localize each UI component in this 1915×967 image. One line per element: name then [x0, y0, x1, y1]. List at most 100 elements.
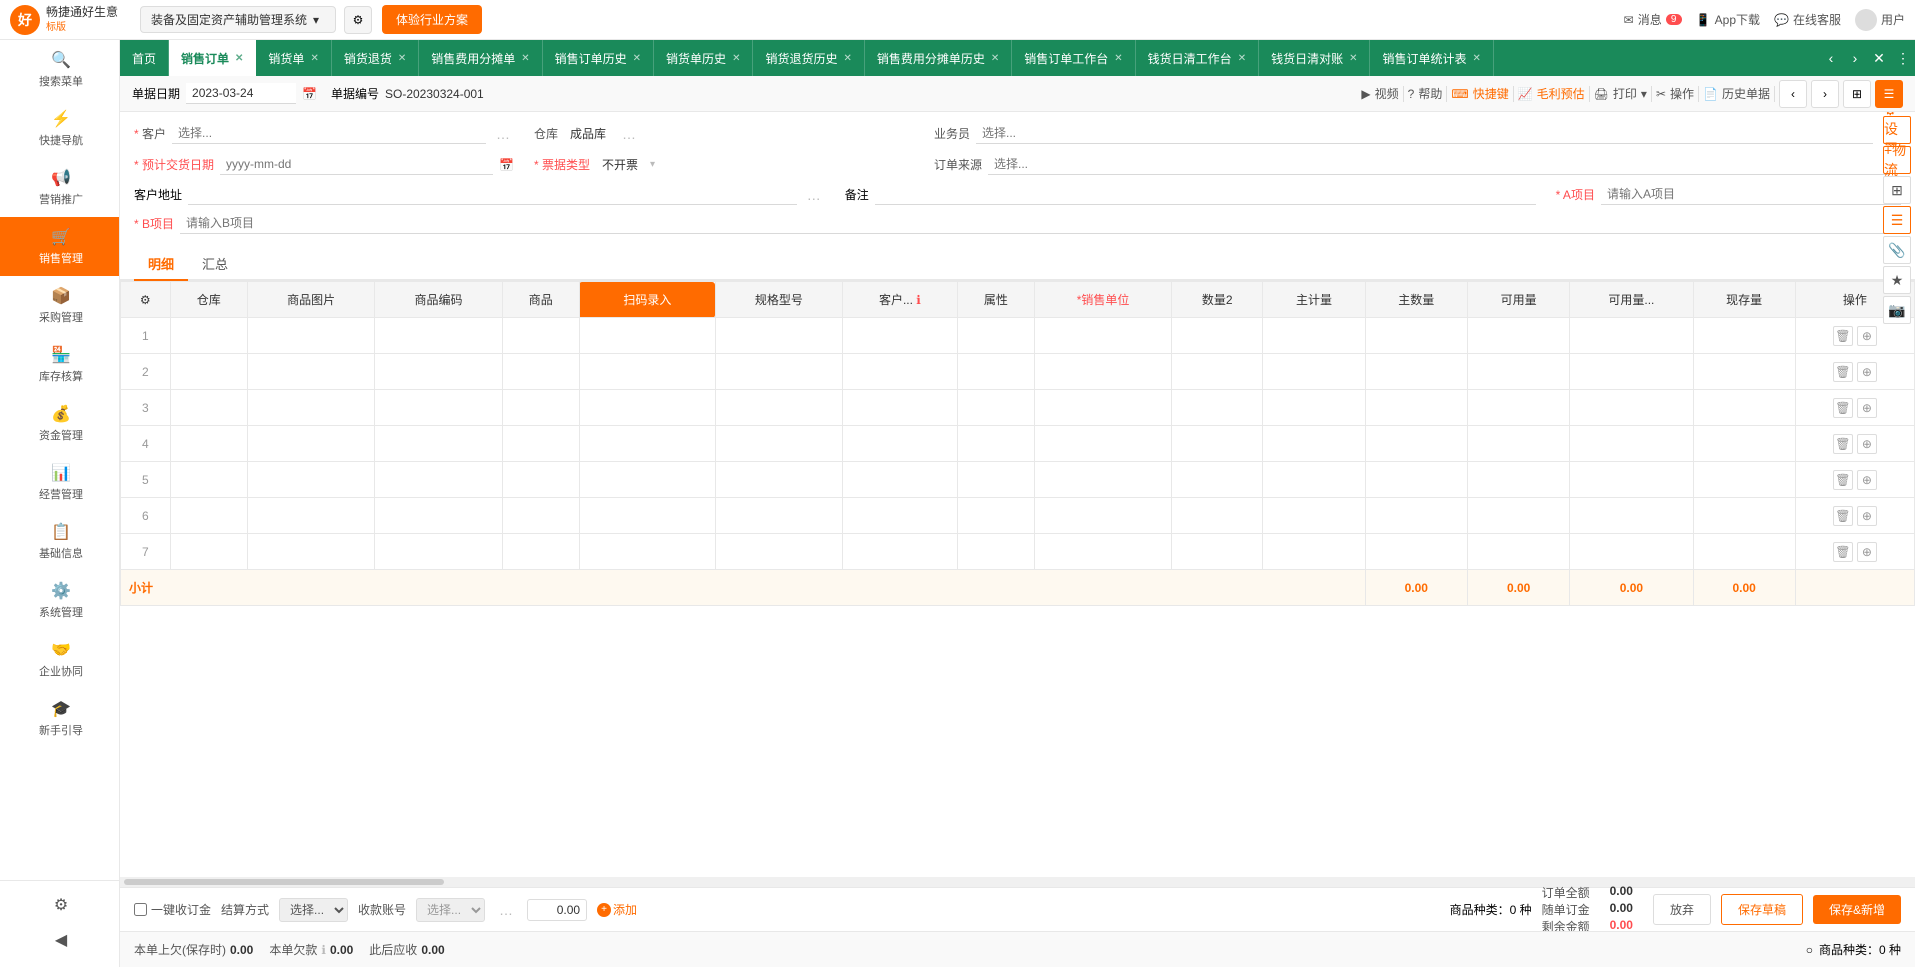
tab-order-workbench[interactable]: 销售订单工作台 ✕ [1012, 40, 1135, 76]
sidebar-item-quick-nav[interactable]: ⚡ 快捷导航 [0, 99, 119, 158]
view-btn[interactable]: ▶ 视频 [1361, 85, 1398, 102]
tab-close-fee-split[interactable]: ✕ [521, 53, 529, 64]
row-scan-1[interactable] [579, 318, 715, 354]
tab-close-all-btn[interactable]: ✕ [1867, 40, 1891, 76]
row-attr-1[interactable] [957, 318, 1034, 354]
tab-fee-history[interactable]: 销售费用分摊单历史 ✕ [865, 40, 1012, 76]
warehouse-dots[interactable]: … [618, 126, 640, 142]
tab-prev-btn[interactable]: ‹ [1819, 40, 1843, 76]
delete-row-4[interactable]: 🗑 [1833, 434, 1853, 454]
sidebar-settings-btn[interactable]: ⚙ [0, 889, 119, 924]
row-main-unit-1[interactable] [1263, 318, 1365, 354]
copy-row-2[interactable]: ⊕ [1857, 362, 1877, 382]
one-key-checkbox[interactable] [134, 903, 147, 916]
tab-next-btn[interactable]: › [1843, 40, 1867, 76]
shortcut-btn[interactable]: ⌨ 快捷键 [1451, 85, 1508, 102]
solution-button[interactable]: 体验行业方案 [382, 5, 482, 34]
tab-sales-order[interactable]: 销售订单 ✕ [169, 40, 256, 76]
sidebar-item-system[interactable]: ⚙️ 系统管理 [0, 571, 119, 630]
sidebar-item-purchase[interactable]: 📦 采购管理 [0, 276, 119, 335]
tab-daily-workbench[interactable]: 钱货日清工作台 ✕ [1136, 40, 1259, 76]
delete-row-5[interactable]: 🗑 [1833, 470, 1853, 490]
delete-row-2[interactable]: 🗑 [1833, 362, 1853, 382]
tab-close-sales-goods[interactable]: ✕ [310, 53, 318, 64]
col-scan[interactable]: 扫码录入 [579, 282, 715, 318]
copy-row-6[interactable]: ⊕ [1857, 506, 1877, 526]
tab-close-fee-history[interactable]: ✕ [991, 53, 999, 64]
float-star-btn[interactable]: ★ [1883, 266, 1911, 294]
delete-row-6[interactable]: 🗑 [1833, 506, 1853, 526]
tab-fee-split[interactable]: 销售费用分摊单 ✕ [419, 40, 542, 76]
tab-close-daily-workbench[interactable]: ✕ [1238, 53, 1246, 64]
add-btn[interactable]: + 添加 [597, 901, 637, 918]
float-scan-btn[interactable]: 📷 [1883, 296, 1911, 324]
copy-row-4[interactable]: ⊕ [1857, 434, 1877, 454]
tab-home[interactable]: 首页 [120, 40, 169, 76]
row-main-qty-1[interactable] [1365, 318, 1467, 354]
row-product-1[interactable] [502, 318, 579, 354]
next-record-btn[interactable]: › [1811, 80, 1839, 108]
b-project-input[interactable] [180, 213, 1901, 234]
delivery-cal-icon[interactable]: 📅 [499, 158, 514, 172]
order-source-input[interactable] [988, 154, 1890, 175]
tab-close-return-history[interactable]: ✕ [843, 53, 851, 64]
delivery-input[interactable] [220, 154, 493, 175]
row-warehouse-1[interactable] [170, 318, 247, 354]
date-input[interactable] [186, 83, 296, 104]
operation-btn[interactable]: ✂ 操作 [1656, 85, 1694, 102]
tab-daily-reconcile[interactable]: 钱货日清对账 ✕ [1259, 40, 1370, 76]
calendar-icon[interactable]: 📅 [302, 87, 317, 101]
sidebar-item-inventory[interactable]: 🏪 库存核算 [0, 335, 119, 394]
row-code-1[interactable] [375, 318, 502, 354]
tab-sales-goods[interactable]: 销货单 ✕ [256, 40, 331, 76]
horizontal-scrollbar[interactable] [124, 879, 444, 885]
float-attach-btn[interactable]: 📎 [1883, 236, 1911, 264]
one-key-collect[interactable]: 一键收订金 [134, 901, 211, 918]
gear-button[interactable]: ⚙ [344, 6, 372, 34]
tab-close-sales-order[interactable]: ✕ [235, 53, 243, 64]
sidebar-item-search[interactable]: 🔍 搜索菜单 [0, 40, 119, 99]
sidebar-item-finance[interactable]: 💰 资金管理 [0, 394, 119, 453]
row-avail-1[interactable] [1467, 318, 1569, 354]
user-area[interactable]: 用户 [1855, 9, 1905, 31]
delete-row-3[interactable]: 🗑 [1833, 398, 1853, 418]
profit-btn[interactable]: 📈 毛利预估 [1518, 85, 1585, 102]
copy-row-7[interactable]: ⊕ [1857, 542, 1877, 562]
copy-row-5[interactable]: ⊕ [1857, 470, 1877, 490]
delete-row-7[interactable]: 🗑 [1833, 542, 1853, 562]
add-logistics-btn[interactable]: +物流 [1883, 146, 1911, 174]
tab-close-return[interactable]: ✕ [398, 53, 406, 64]
bank-dots[interactable]: … [495, 902, 517, 918]
tab-close-order-workbench[interactable]: ✕ [1114, 53, 1122, 64]
address-dots[interactable]: … [803, 187, 825, 203]
customer-dots[interactable]: … [492, 126, 514, 142]
row-qty2-1[interactable] [1172, 318, 1263, 354]
ticket-arrow[interactable]: ▾ [650, 159, 655, 170]
sidebar-item-collab[interactable]: 🤝 企业协同 [0, 630, 119, 689]
amount-input[interactable] [527, 899, 587, 921]
system-selector[interactable]: 装备及固定资产辅助管理系统 ▾ [140, 6, 336, 33]
sidebar-item-marketing[interactable]: 📢 营销推广 [0, 158, 119, 217]
help-btn[interactable]: ? 帮助 [1408, 85, 1443, 102]
float-grid-btn[interactable]: ⊞ [1883, 176, 1911, 204]
tab-close-order-history[interactable]: ✕ [633, 53, 641, 64]
delete-row-1[interactable]: 🗑 [1833, 326, 1853, 346]
message-item[interactable]: ✉ 消息 9 [1624, 11, 1682, 28]
a-project-input[interactable] [1601, 184, 1901, 205]
tab-detail[interactable]: 明细 [134, 248, 188, 281]
tab-close-daily-reconcile[interactable]: ✕ [1349, 53, 1357, 64]
list-view-btn[interactable]: ☰ [1875, 80, 1903, 108]
memo-input[interactable] [875, 184, 1536, 205]
online-service[interactable]: 💬 在线客服 [1774, 11, 1841, 28]
float-list-btn[interactable]: ☰ [1883, 206, 1911, 234]
row-avail2-1[interactable] [1570, 318, 1693, 354]
save-draft-button[interactable]: 保存草稿 [1721, 894, 1803, 925]
sidebar-item-guide[interactable]: 🎓 新手引导 [0, 689, 119, 748]
sidebar-item-operation[interactable]: 📊 经营管理 [0, 453, 119, 512]
staff-input[interactable] [976, 123, 1873, 144]
sidebar-collapse-btn[interactable]: ◀ [0, 924, 119, 959]
tab-summary[interactable]: 汇总 [188, 248, 242, 281]
col-settings[interactable]: ⚙ [121, 282, 171, 318]
tab-order-stats[interactable]: 销售订单统计表 ✕ [1370, 40, 1493, 76]
row-unit-1[interactable] [1035, 318, 1172, 354]
